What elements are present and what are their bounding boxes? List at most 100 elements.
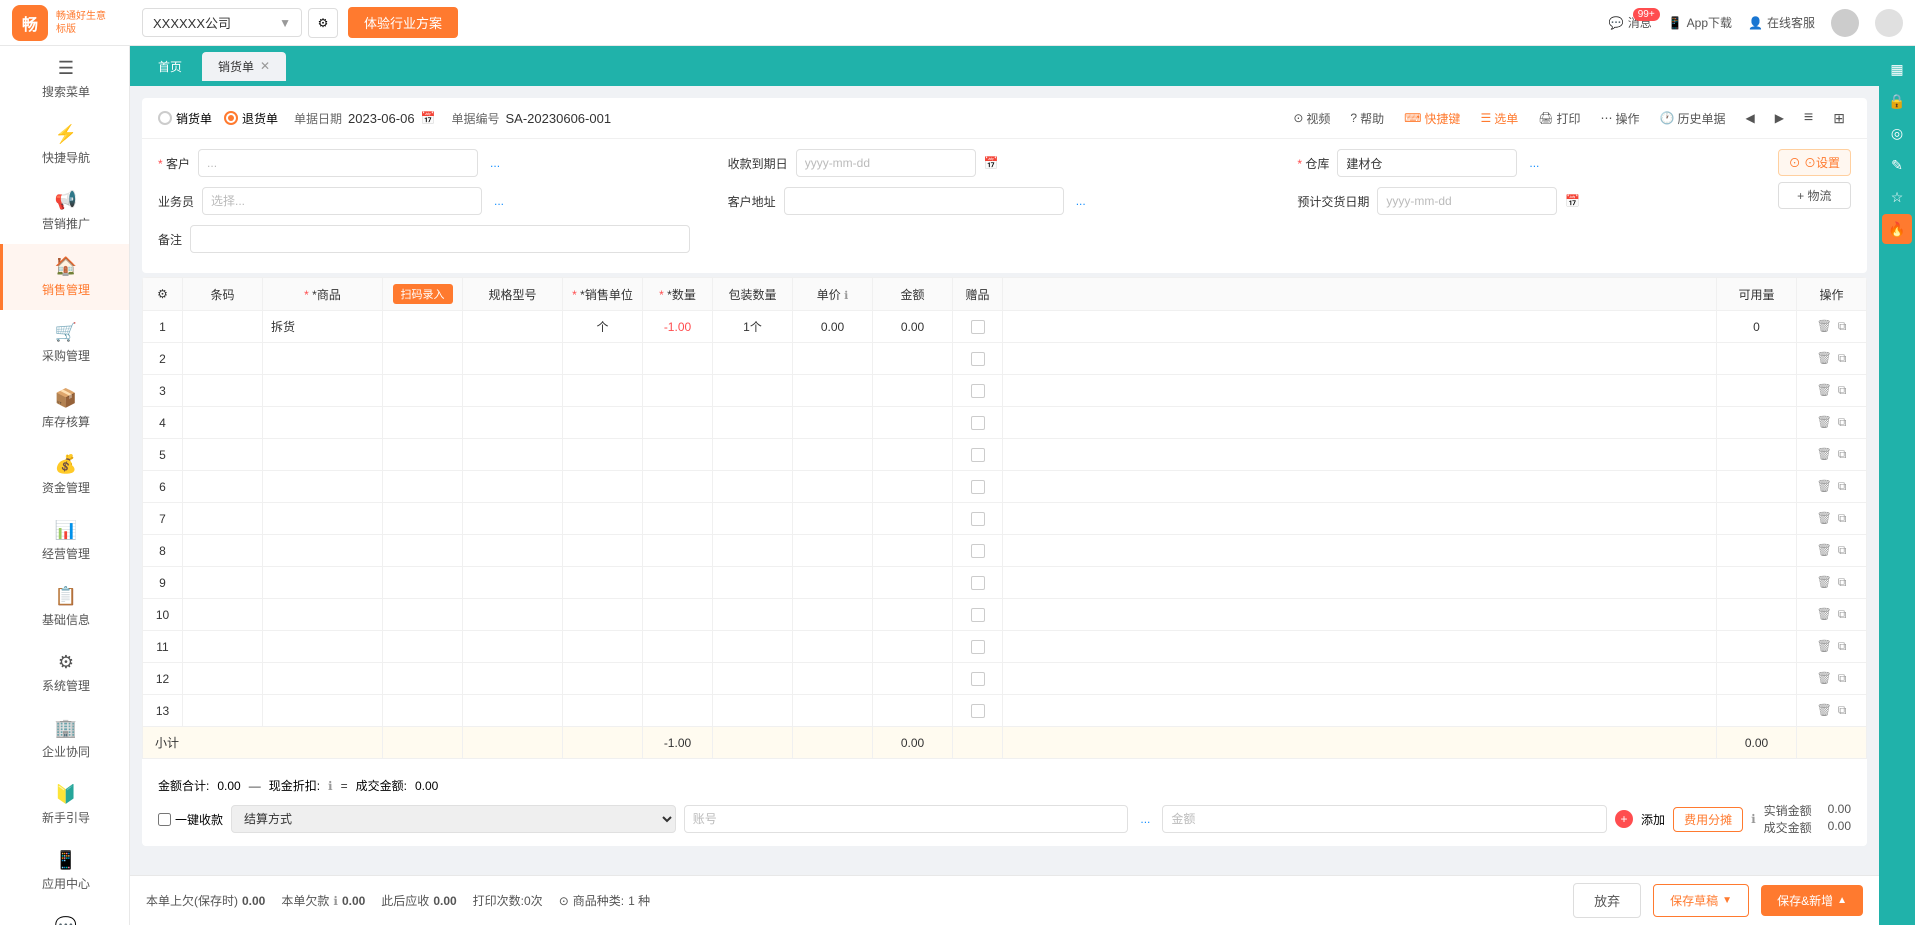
row-barcode[interactable] [183, 663, 263, 695]
sidebar-item-purchase[interactable]: 🛒 采购管理 [0, 310, 129, 376]
calendar3-icon[interactable]: 📅 [1565, 194, 1580, 208]
row-gift[interactable] [953, 503, 1003, 535]
row-gift[interactable] [953, 599, 1003, 631]
row-gift[interactable] [953, 375, 1003, 407]
copy-icon[interactable]: ⧉ [1838, 703, 1847, 718]
price-info-icon[interactable]: ℹ [844, 290, 848, 302]
row-barcode[interactable] [183, 567, 263, 599]
right-panel-btn-5[interactable]: ☆ [1882, 182, 1912, 212]
row-barcode[interactable] [183, 439, 263, 471]
settlement-method-select[interactable]: 结算方式 [231, 805, 676, 833]
abandon-button[interactable]: 放弃 [1573, 883, 1641, 918]
copy-icon[interactable]: ⧉ [1838, 575, 1847, 590]
select-order-button[interactable]: ☰ 选单 [1474, 107, 1524, 130]
copy-icon[interactable]: ⧉ [1838, 447, 1847, 462]
copy-icon[interactable]: ⧉ [1838, 607, 1847, 622]
right-panel-btn-4[interactable]: ✎ [1882, 150, 1912, 180]
row-barcode[interactable] [183, 407, 263, 439]
row-barcode[interactable] [183, 343, 263, 375]
right-panel-btn-1[interactable]: ▦ [1882, 54, 1912, 84]
prev-record-button[interactable]: ◀ [1739, 108, 1760, 128]
owe-info-icon[interactable]: ℹ [333, 894, 338, 908]
payment-amount-input[interactable] [1162, 805, 1607, 833]
next-record-button[interactable]: ▶ [1769, 108, 1790, 128]
copy-icon[interactable]: ⧉ [1838, 639, 1847, 654]
logistics-button[interactable]: + 物流 [1778, 182, 1851, 209]
customer-address-input[interactable] [784, 187, 1064, 215]
salesperson-ellipsis-button[interactable]: ... [490, 194, 508, 208]
delete-icon[interactable]: 🗑 [1817, 639, 1832, 654]
delete-icon[interactable]: 🗑 [1817, 479, 1832, 494]
save-new-button[interactable]: 保存&新增 ▲ [1761, 885, 1863, 916]
tab-close-icon[interactable]: ✕ [260, 59, 270, 73]
copy-icon[interactable]: ⧉ [1838, 511, 1847, 526]
right-panel-btn-3[interactable]: ◎ [1882, 118, 1912, 148]
remarks-input[interactable] [190, 225, 690, 253]
row-barcode[interactable] [183, 503, 263, 535]
th-scan[interactable]: 扫码录入 [383, 278, 463, 311]
tab-sale-order[interactable]: 销货单 ✕ [202, 52, 286, 81]
help-button[interactable]: ? 帮助 [1344, 107, 1390, 130]
radio-sale[interactable]: 销货单 [158, 110, 212, 127]
row-gift[interactable] [953, 439, 1003, 471]
delete-icon[interactable]: 🗑 [1817, 415, 1832, 430]
video-button[interactable]: ⊙ 视频 [1287, 107, 1336, 130]
sidebar-item-guide[interactable]: 🔰 新手引导 [0, 772, 129, 838]
th-settings[interactable]: ⚙ [143, 278, 183, 311]
warehouse-ellipsis-button[interactable]: ... [1525, 156, 1543, 170]
shortcut-button[interactable]: ⌨ 快捷键 [1398, 107, 1466, 130]
account-ellipsis-button[interactable]: ... [1136, 812, 1154, 826]
delete-icon[interactable]: 🗑 [1817, 319, 1832, 334]
calendar-icon[interactable]: 📅 [421, 111, 436, 125]
warehouse-input[interactable] [1337, 149, 1517, 177]
copy-icon[interactable]: ⧉ [1838, 671, 1847, 686]
one-click-checkbox[interactable] [158, 813, 171, 826]
row-gift[interactable] [953, 631, 1003, 663]
delete-icon[interactable]: 🗑 [1817, 671, 1832, 686]
copy-icon[interactable]: ⧉ [1838, 383, 1847, 398]
row-barcode[interactable] [183, 311, 263, 343]
row-gift[interactable] [953, 407, 1003, 439]
sidebar-item-quick-nav[interactable]: ⚡ 快捷导航 [0, 112, 129, 178]
company-settings-button[interactable]: ⚙ [308, 8, 338, 38]
operation-button[interactable]: ⋯ 操作 [1594, 107, 1645, 130]
sidebar-item-operation[interactable]: 📊 经营管理 [0, 508, 129, 574]
expense-split-button[interactable]: 费用分摊 [1673, 807, 1743, 832]
list-view-button[interactable]: ≡ [1798, 106, 1819, 130]
tab-home[interactable]: 首页 [142, 52, 198, 81]
expected-delivery-input[interactable] [1377, 187, 1557, 215]
right-panel-btn-6[interactable]: 🔥 [1882, 214, 1912, 244]
radio-return[interactable]: 退货单 [224, 110, 278, 127]
delete-icon[interactable]: 🗑 [1817, 447, 1832, 462]
print-button[interactable]: 🖨 打印 [1532, 107, 1586, 130]
app-download-button[interactable]: 📱 App下载 [1668, 14, 1732, 31]
delete-icon[interactable]: 🗑 [1817, 703, 1832, 718]
row-barcode[interactable] [183, 599, 263, 631]
row-gift[interactable] [953, 343, 1003, 375]
sidebar-item-system[interactable]: ⚙ 系统管理 [0, 640, 129, 706]
grid-view-button[interactable]: ⊞ [1827, 107, 1851, 130]
row-barcode[interactable] [183, 695, 263, 727]
delete-icon[interactable]: 🗑 [1817, 383, 1832, 398]
one-click-payment[interactable]: 一键收款 [158, 811, 223, 828]
row-gift[interactable] [953, 567, 1003, 599]
copy-icon[interactable]: ⧉ [1838, 479, 1847, 494]
add-payment-button[interactable]: + [1615, 810, 1633, 828]
copy-icon[interactable]: ⧉ [1838, 351, 1847, 366]
copy-icon[interactable]: ⧉ [1838, 543, 1847, 558]
due-date-input[interactable] [796, 149, 976, 177]
history-button[interactable]: 🕐 历史单据 [1653, 107, 1731, 130]
account-input[interactable] [684, 805, 1129, 833]
row-barcode[interactable] [183, 631, 263, 663]
sidebar-item-sales[interactable]: 🏠 销售管理 [0, 244, 129, 310]
avatar[interactable] [1831, 9, 1859, 37]
company-selector[interactable]: XXXXXX公司 ▼ [142, 8, 302, 37]
save-draft-button[interactable]: 保存草稿 ▼ [1653, 884, 1749, 917]
sidebar-item-marketing[interactable]: 📢 营销推广 [0, 178, 129, 244]
delete-icon[interactable]: 🗑 [1817, 351, 1832, 366]
info-icon[interactable]: ℹ [328, 779, 333, 793]
copy-icon[interactable]: ⧉ [1838, 415, 1847, 430]
expense-info-icon[interactable]: ℹ [1751, 812, 1756, 826]
sidebar-item-wechat[interactable]: 💬 企业微信 [0, 904, 129, 925]
sidebar-item-appstore[interactable]: 📱 应用中心 [0, 838, 129, 904]
